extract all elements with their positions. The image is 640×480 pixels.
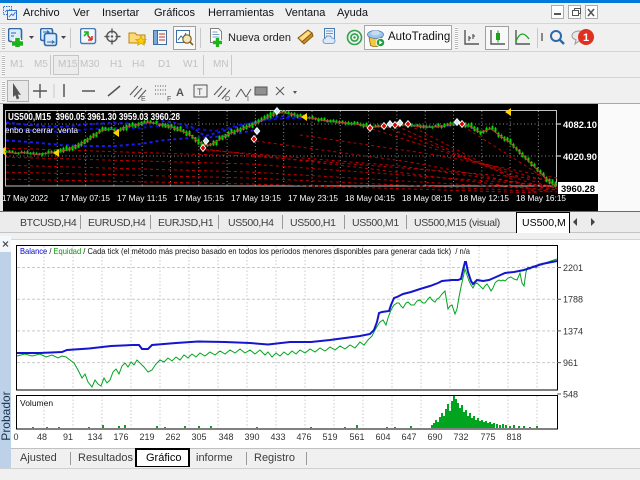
svg-text:0: 0 xyxy=(13,432,18,442)
svg-text:476: 476 xyxy=(296,432,311,442)
svg-text:305: 305 xyxy=(191,432,206,442)
svg-text:18 May 04:15: 18 May 04:15 xyxy=(345,193,395,203)
svg-text:4082.10: 4082.10 xyxy=(563,120,597,131)
svg-text:433: 433 xyxy=(270,432,285,442)
svg-text:690: 690 xyxy=(427,432,442,442)
svg-text:647: 647 xyxy=(401,432,416,442)
svg-text:219: 219 xyxy=(139,432,154,442)
svg-text:2201: 2201 xyxy=(563,263,583,273)
svg-text:18 May 08:15: 18 May 08:15 xyxy=(402,193,452,203)
svg-text:17 May 2022: 17 May 2022 xyxy=(2,193,48,203)
svg-text:961: 961 xyxy=(563,358,578,368)
svg-text:T: T xyxy=(197,87,203,97)
svg-text:18 May 16:15: 18 May 16:15 xyxy=(516,193,566,203)
svg-text:Volumen: Volumen xyxy=(20,398,53,408)
svg-text:1788: 1788 xyxy=(563,295,583,305)
svg-text:enbo a cerrar venta: enbo a cerrar venta xyxy=(5,125,78,135)
svg-text:134: 134 xyxy=(87,432,102,442)
svg-text:17 May 19:15: 17 May 19:15 xyxy=(231,193,281,203)
svg-text:F: F xyxy=(167,96,171,103)
svg-text:176: 176 xyxy=(113,432,128,442)
svg-text:I: I xyxy=(247,96,249,103)
svg-text:91: 91 xyxy=(63,432,73,442)
svg-text:48: 48 xyxy=(37,432,47,442)
svg-text:Balance / Equidad / Cada tick: Balance / Equidad / Cada tick (el método… xyxy=(20,246,470,256)
svg-text:E: E xyxy=(141,96,146,103)
svg-text:818: 818 xyxy=(506,432,521,442)
svg-text:1374: 1374 xyxy=(563,326,583,336)
svg-text:A: A xyxy=(176,87,184,99)
svg-text:17 May 15:15: 17 May 15:15 xyxy=(174,193,224,203)
svg-text:17 May 11:15: 17 May 11:15 xyxy=(117,193,167,203)
svg-text:17 May 23:15: 17 May 23:15 xyxy=(288,193,338,203)
svg-text:519: 519 xyxy=(322,432,337,442)
svg-text:1: 1 xyxy=(583,32,589,44)
svg-text:17 May 07:15: 17 May 07:15 xyxy=(60,193,110,203)
svg-text:604: 604 xyxy=(375,432,390,442)
svg-text:3960.28: 3960.28 xyxy=(561,184,595,195)
svg-text:18 May 12:15: 18 May 12:15 xyxy=(459,193,509,203)
svg-text:390: 390 xyxy=(244,432,259,442)
svg-text:775: 775 xyxy=(480,432,495,442)
svg-text:US500,M15 3960.05 3961.30 395: US500,M15 3960.05 3961.30 3959.03 3960.2… xyxy=(8,112,180,123)
svg-text:348: 348 xyxy=(218,432,233,442)
svg-text:262: 262 xyxy=(165,432,180,442)
svg-text:4020.90: 4020.90 xyxy=(563,152,597,163)
svg-text:548: 548 xyxy=(563,390,578,400)
svg-text:561: 561 xyxy=(349,432,364,442)
svg-text:732: 732 xyxy=(453,432,468,442)
svg-text:D: D xyxy=(225,96,230,103)
